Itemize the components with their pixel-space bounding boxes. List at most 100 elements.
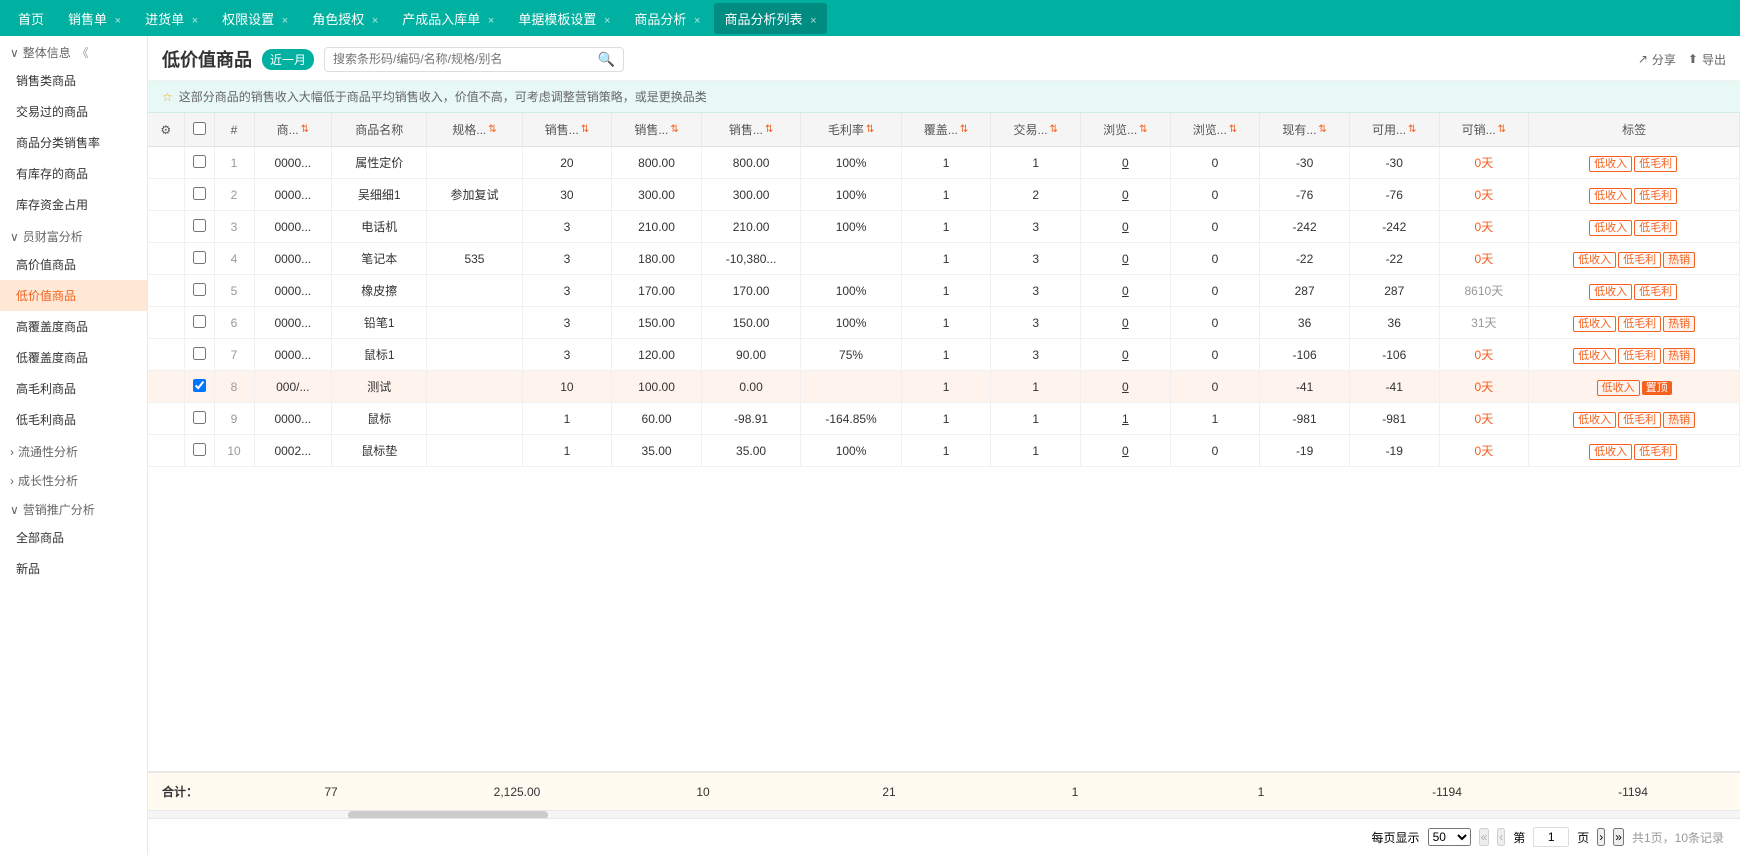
- row-browse1[interactable]: 0: [1081, 275, 1171, 307]
- date-badge[interactable]: 近一月: [262, 49, 314, 70]
- next-page-button[interactable]: ›: [1597, 828, 1605, 846]
- col-coverage[interactable]: 覆盖...⇅: [901, 113, 991, 147]
- table-container[interactable]: ⚙ # 商...⇅ 商品名称 规格...⇅ 销售...⇅ 销售...⇅ 销售..…: [148, 113, 1740, 771]
- row-browse1[interactable]: 0: [1081, 179, 1171, 211]
- export-button[interactable]: ⬆ 导出: [1688, 51, 1726, 68]
- row-check[interactable]: [184, 435, 214, 467]
- nav-analysis-list[interactable]: 商品分析列表 ×: [714, 3, 826, 34]
- search-icon[interactable]: 🔍: [598, 51, 615, 68]
- row-checkbox[interactable]: [193, 219, 206, 232]
- col-name[interactable]: 商品名称: [332, 113, 427, 147]
- row-gear[interactable]: [148, 339, 184, 371]
- sidebar-group-overall[interactable]: ∨ 整体信息 《: [0, 36, 147, 65]
- row-browse1[interactable]: 0: [1081, 307, 1171, 339]
- row-gear[interactable]: [148, 243, 184, 275]
- page-size-select[interactable]: 50 100: [1428, 828, 1471, 846]
- row-checkbox[interactable]: [193, 347, 206, 360]
- row-browse1[interactable]: 0: [1081, 371, 1171, 403]
- sidebar-item-stock-funds[interactable]: 库存资金占用: [0, 189, 147, 220]
- row-browse1[interactable]: 0: [1081, 339, 1171, 371]
- sidebar-item-low-coverage[interactable]: 低覆盖度商品: [0, 342, 147, 373]
- col-current-stock[interactable]: 现有...⇅: [1260, 113, 1350, 147]
- row-check[interactable]: [184, 371, 214, 403]
- row-checkbox[interactable]: [193, 379, 206, 392]
- row-checkbox[interactable]: [193, 187, 206, 200]
- col-check-all[interactable]: [184, 113, 214, 147]
- row-browse1[interactable]: 0: [1081, 211, 1171, 243]
- col-sales-qty[interactable]: 销售...⇅: [522, 113, 612, 147]
- sidebar-item-traded-goods[interactable]: 交易过的商品: [0, 96, 147, 127]
- col-available[interactable]: 可用...⇅: [1349, 113, 1439, 147]
- nav-template[interactable]: 单据模板设置 ×: [508, 3, 620, 34]
- row-checkbox[interactable]: [193, 283, 206, 296]
- row-browse1[interactable]: 1: [1081, 403, 1171, 435]
- row-checkbox[interactable]: [193, 251, 206, 264]
- row-check[interactable]: [184, 307, 214, 339]
- sidebar-group-employee[interactable]: ∨ 员财富分析: [0, 220, 147, 249]
- sidebar-collapse-overall[interactable]: 《: [75, 45, 91, 61]
- sidebar-group-marketing[interactable]: ∨ 营销推广分析: [0, 493, 147, 522]
- col-sellable[interactable]: 可销...⇅: [1439, 113, 1529, 147]
- row-check[interactable]: [184, 339, 214, 371]
- sidebar-item-high-profit[interactable]: 高毛利商品: [0, 373, 147, 404]
- share-button[interactable]: ↗ 分享: [1638, 51, 1676, 68]
- col-trade[interactable]: 交易...⇅: [991, 113, 1081, 147]
- row-browse1[interactable]: 0: [1081, 147, 1171, 179]
- row-name: 鼠标垫: [332, 435, 427, 467]
- nav-sales[interactable]: 销售单 ×: [58, 3, 131, 34]
- prev-page-button[interactable]: ‹: [1497, 828, 1505, 846]
- sidebar-item-low-profit[interactable]: 低毛利商品: [0, 404, 147, 435]
- search-input[interactable]: [333, 52, 592, 66]
- col-sales-amount[interactable]: 销售...⇅: [612, 113, 702, 147]
- row-gear[interactable]: [148, 435, 184, 467]
- last-page-button[interactable]: »: [1613, 828, 1624, 846]
- sidebar-item-category-rate[interactable]: 商品分类销售率: [0, 127, 147, 158]
- nav-analysis[interactable]: 商品分析 ×: [624, 3, 710, 34]
- row-checkbox[interactable]: [193, 411, 206, 424]
- row-spec: 535: [427, 243, 522, 275]
- page-number-input[interactable]: [1533, 827, 1569, 847]
- row-gear[interactable]: [148, 179, 184, 211]
- row-gear[interactable]: [148, 147, 184, 179]
- col-browse2[interactable]: 浏览...⇅: [1170, 113, 1260, 147]
- row-check[interactable]: [184, 179, 214, 211]
- row-gear[interactable]: [148, 307, 184, 339]
- sidebar-item-all-goods[interactable]: 全部商品: [0, 522, 147, 553]
- nav-product[interactable]: 产成品入库单 ×: [392, 3, 504, 34]
- row-gear[interactable]: [148, 211, 184, 243]
- col-gross-rate[interactable]: 毛利率⇅: [801, 113, 902, 147]
- row-tags: 低收入低毛利: [1529, 275, 1740, 307]
- row-check[interactable]: [184, 211, 214, 243]
- col-browse1[interactable]: 浏览...⇅: [1081, 113, 1171, 147]
- nav-permission[interactable]: 权限设置 ×: [212, 3, 298, 34]
- sidebar-item-high-value[interactable]: 高价值商品: [0, 249, 147, 280]
- check-all-input[interactable]: [193, 122, 206, 135]
- nav-role[interactable]: 角色授权 ×: [302, 3, 388, 34]
- nav-purchase[interactable]: 进货单 ×: [135, 3, 208, 34]
- sidebar-item-sales-goods[interactable]: 销售类商品: [0, 65, 147, 96]
- row-gear[interactable]: [148, 403, 184, 435]
- sidebar-group-growth[interactable]: › 成长性分析: [0, 464, 147, 493]
- sidebar-item-low-value[interactable]: 低价值商品: [0, 280, 147, 311]
- row-check[interactable]: [184, 403, 214, 435]
- nav-home[interactable]: 首页: [8, 3, 54, 34]
- row-checkbox[interactable]: [193, 315, 206, 328]
- col-sales-detail[interactable]: 销售...⇅: [701, 113, 800, 147]
- row-gear[interactable]: [148, 371, 184, 403]
- row-check[interactable]: [184, 147, 214, 179]
- first-page-button[interactable]: «: [1479, 828, 1490, 846]
- col-code[interactable]: 商...⇅: [254, 113, 332, 147]
- row-checkbox[interactable]: [193, 443, 206, 456]
- sidebar-item-new-goods[interactable]: 新品: [0, 553, 147, 584]
- row-checkbox[interactable]: [193, 155, 206, 168]
- row-gear[interactable]: [148, 275, 184, 307]
- sidebar-item-stock-goods[interactable]: 有库存的商品: [0, 158, 147, 189]
- row-check[interactable]: [184, 275, 214, 307]
- row-browse1[interactable]: 0: [1081, 243, 1171, 275]
- row-check[interactable]: [184, 243, 214, 275]
- sidebar-group-flow[interactable]: › 流通性分析: [0, 435, 147, 464]
- sidebar-item-high-coverage[interactable]: 高覆盖度商品: [0, 311, 147, 342]
- col-gear[interactable]: ⚙: [148, 113, 184, 147]
- row-browse1[interactable]: 0: [1081, 435, 1171, 467]
- col-spec[interactable]: 规格...⇅: [427, 113, 522, 147]
